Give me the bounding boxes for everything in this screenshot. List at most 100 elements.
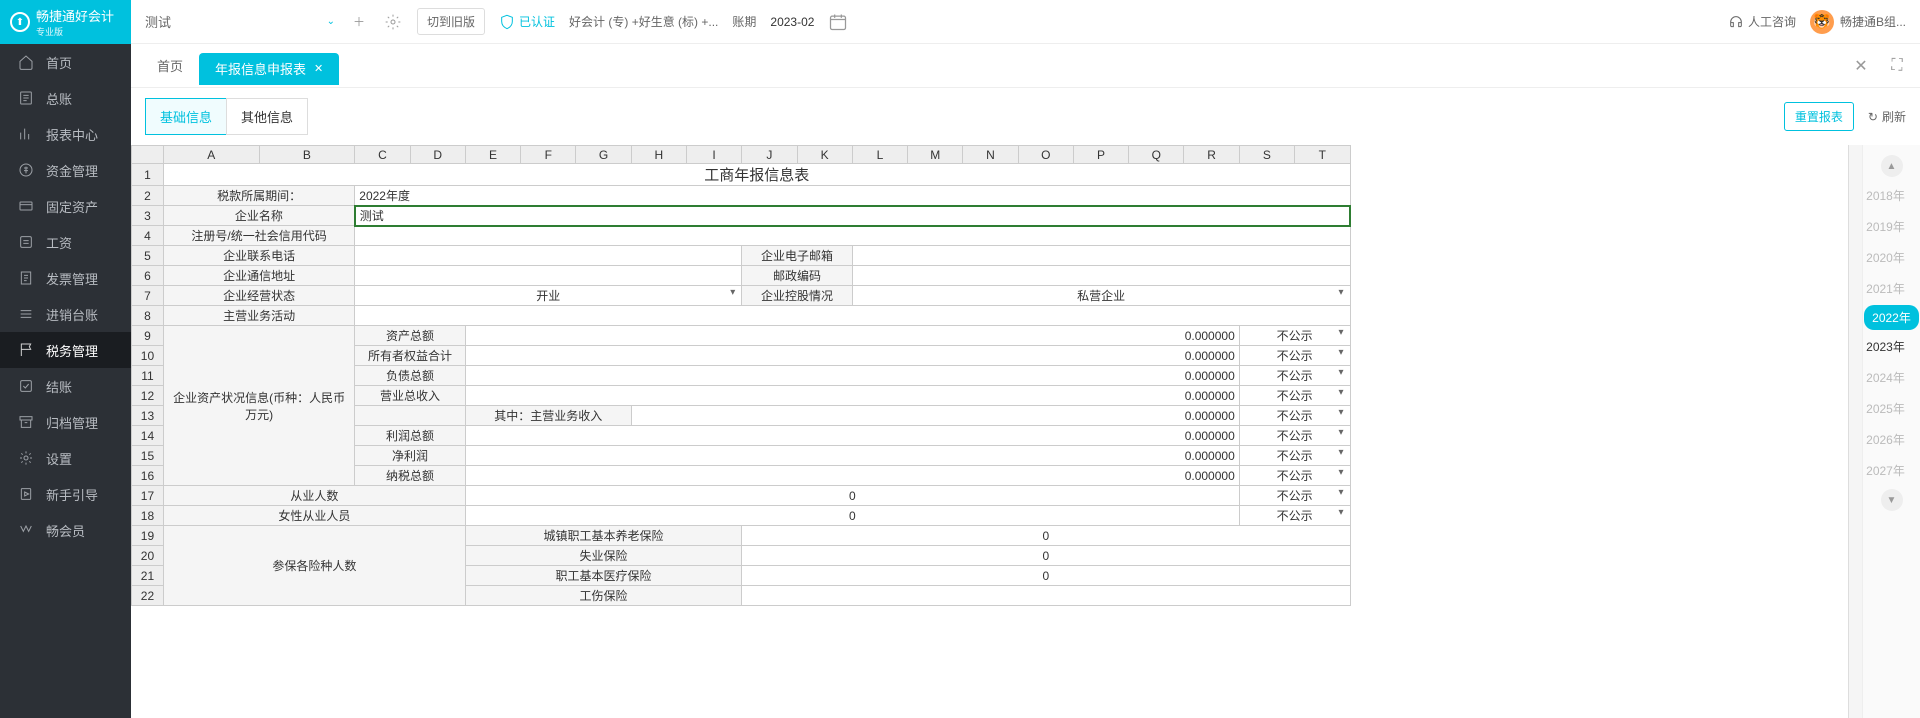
refresh-button[interactable]: ↻ 刷新 (1868, 108, 1906, 125)
close-icon (18, 378, 34, 394)
nav-chart[interactable]: 报表中心 (0, 116, 131, 152)
company-select[interactable]: 测试 ⌄ (145, 8, 335, 36)
nav-archive[interactable]: 归档管理 (0, 404, 131, 440)
shield-icon (499, 14, 515, 30)
home-icon (18, 54, 34, 70)
salary-icon (18, 234, 34, 250)
gear-icon[interactable] (383, 12, 403, 32)
tab-0[interactable]: 首页 (141, 44, 199, 88)
holding[interactable]: 私营企业 (852, 286, 1350, 306)
col-R[interactable]: R (1184, 146, 1239, 164)
nav-label: 工资 (46, 233, 72, 252)
nav-home[interactable]: 首页 (0, 44, 131, 80)
add-icon[interactable]: ＋ (349, 12, 369, 32)
year-up-button[interactable]: ▲ (1881, 155, 1903, 177)
expand-button[interactable]: ⛶ (1884, 53, 1910, 79)
fund-icon (18, 162, 34, 178)
close-tab-button[interactable]: ✕ (1848, 53, 1874, 79)
nav-label: 资金管理 (46, 161, 98, 180)
nav-label: 畅会员 (46, 521, 85, 540)
period-label: 税款所属期间： (163, 186, 354, 206)
period-value[interactable]: 2023-02 (770, 15, 814, 29)
col-M[interactable]: M (908, 146, 963, 164)
switch-old-button[interactable]: 切到旧版 (417, 8, 485, 35)
nav-label: 设置 (46, 449, 72, 468)
chevron-down-icon: ⌄ (327, 16, 335, 27)
year-2022年[interactable]: 2022年 (1864, 305, 1919, 330)
col-H[interactable]: H (631, 146, 686, 164)
year-2020年[interactable]: 2020年 (1864, 243, 1919, 272)
nav-label: 新手引导 (46, 485, 98, 504)
col-O[interactable]: O (1018, 146, 1073, 164)
col-B[interactable]: B (259, 146, 355, 164)
year-2021年[interactable]: 2021年 (1864, 274, 1919, 303)
calendar-icon[interactable] (828, 12, 848, 32)
nav-label: 首页 (46, 53, 72, 72)
nav-gear[interactable]: 设置 (0, 440, 131, 476)
spreadsheet[interactable]: ABCDEFGHIJKLMNOPQRST1工商年报信息表2税款所属期间：2022… (131, 145, 1848, 718)
nav-ledger[interactable]: 总账 (0, 80, 131, 116)
guide-icon (18, 486, 34, 502)
vertical-scrollbar[interactable] (1848, 145, 1862, 718)
nav-vip[interactable]: 畅会员 (0, 512, 131, 548)
archive-icon (18, 414, 34, 430)
tab-close-icon[interactable]: ✕ (314, 62, 323, 75)
ledger-icon (18, 90, 34, 106)
col-N[interactable]: N (963, 146, 1018, 164)
biz-status[interactable]: 开业 (355, 286, 742, 306)
nav-label: 税务管理 (46, 341, 98, 360)
subtab-0[interactable]: 基础信息 (145, 98, 226, 135)
tab-1[interactable]: 年报信息申报表✕ (199, 53, 339, 85)
nav-salary[interactable]: 工资 (0, 224, 131, 260)
col-Q[interactable]: Q (1129, 146, 1184, 164)
support-button[interactable]: 人工咨询 (1728, 13, 1796, 30)
company-name: 测试 (145, 12, 171, 31)
tax-icon (18, 342, 34, 358)
col-I[interactable]: I (686, 146, 741, 164)
year-2025年[interactable]: 2025年 (1864, 394, 1919, 423)
avatar: 🐯 (1810, 10, 1834, 34)
col-F[interactable]: F (521, 146, 576, 164)
year-2018年[interactable]: 2018年 (1864, 181, 1919, 210)
col-T[interactable]: T (1295, 146, 1350, 164)
sheet-title: 工商年报信息表 (163, 164, 1350, 186)
nav-close[interactable]: 结账 (0, 368, 131, 404)
col-J[interactable]: J (742, 146, 797, 164)
nav-asset[interactable]: 固定资产 (0, 188, 131, 224)
col-D[interactable]: D (410, 146, 465, 164)
period-label: 账期 (732, 13, 756, 30)
col-E[interactable]: E (465, 146, 520, 164)
col-P[interactable]: P (1073, 146, 1128, 164)
col-C[interactable]: C (355, 146, 410, 164)
nav-guide[interactable]: 新手引导 (0, 476, 131, 512)
nav-stock[interactable]: 进销台账 (0, 296, 131, 332)
verified-badge: 已认证 (499, 13, 555, 30)
subtab-1[interactable]: 其他信息 (226, 98, 308, 135)
vip-icon (18, 522, 34, 538)
logo-title: 畅捷通好会计 (36, 6, 114, 25)
year-2023年[interactable]: 2023年 (1864, 332, 1919, 361)
logo: ⬆ 畅捷通好会计 专业版 (0, 0, 131, 44)
nav-tax[interactable]: 税务管理 (0, 332, 131, 368)
year-2024年[interactable]: 2024年 (1864, 363, 1919, 392)
nav-invoice[interactable]: 发票管理 (0, 260, 131, 296)
chart-icon (18, 126, 34, 142)
year-2019年[interactable]: 2019年 (1864, 212, 1919, 241)
col-A[interactable]: A (163, 146, 259, 164)
logo-icon: ⬆ (10, 12, 30, 32)
year-down-button[interactable]: ▼ (1881, 489, 1903, 511)
col-G[interactable]: G (576, 146, 631, 164)
col-K[interactable]: K (797, 146, 852, 164)
invoice-icon (18, 270, 34, 286)
user-menu[interactable]: 🐯 畅捷通B组... (1810, 10, 1906, 34)
col-L[interactable]: L (852, 146, 907, 164)
col-[interactable] (132, 146, 164, 164)
year-2027年[interactable]: 2027年 (1864, 456, 1919, 485)
year-2026年[interactable]: 2026年 (1864, 425, 1919, 454)
col-S[interactable]: S (1239, 146, 1294, 164)
period-val[interactable]: 2022年度 (355, 186, 1350, 206)
reset-report-button[interactable]: 重置报表 (1784, 102, 1854, 131)
company-name-cell[interactable]: 测试 (355, 206, 1350, 226)
stock-icon (18, 306, 34, 322)
nav-fund[interactable]: 资金管理 (0, 152, 131, 188)
